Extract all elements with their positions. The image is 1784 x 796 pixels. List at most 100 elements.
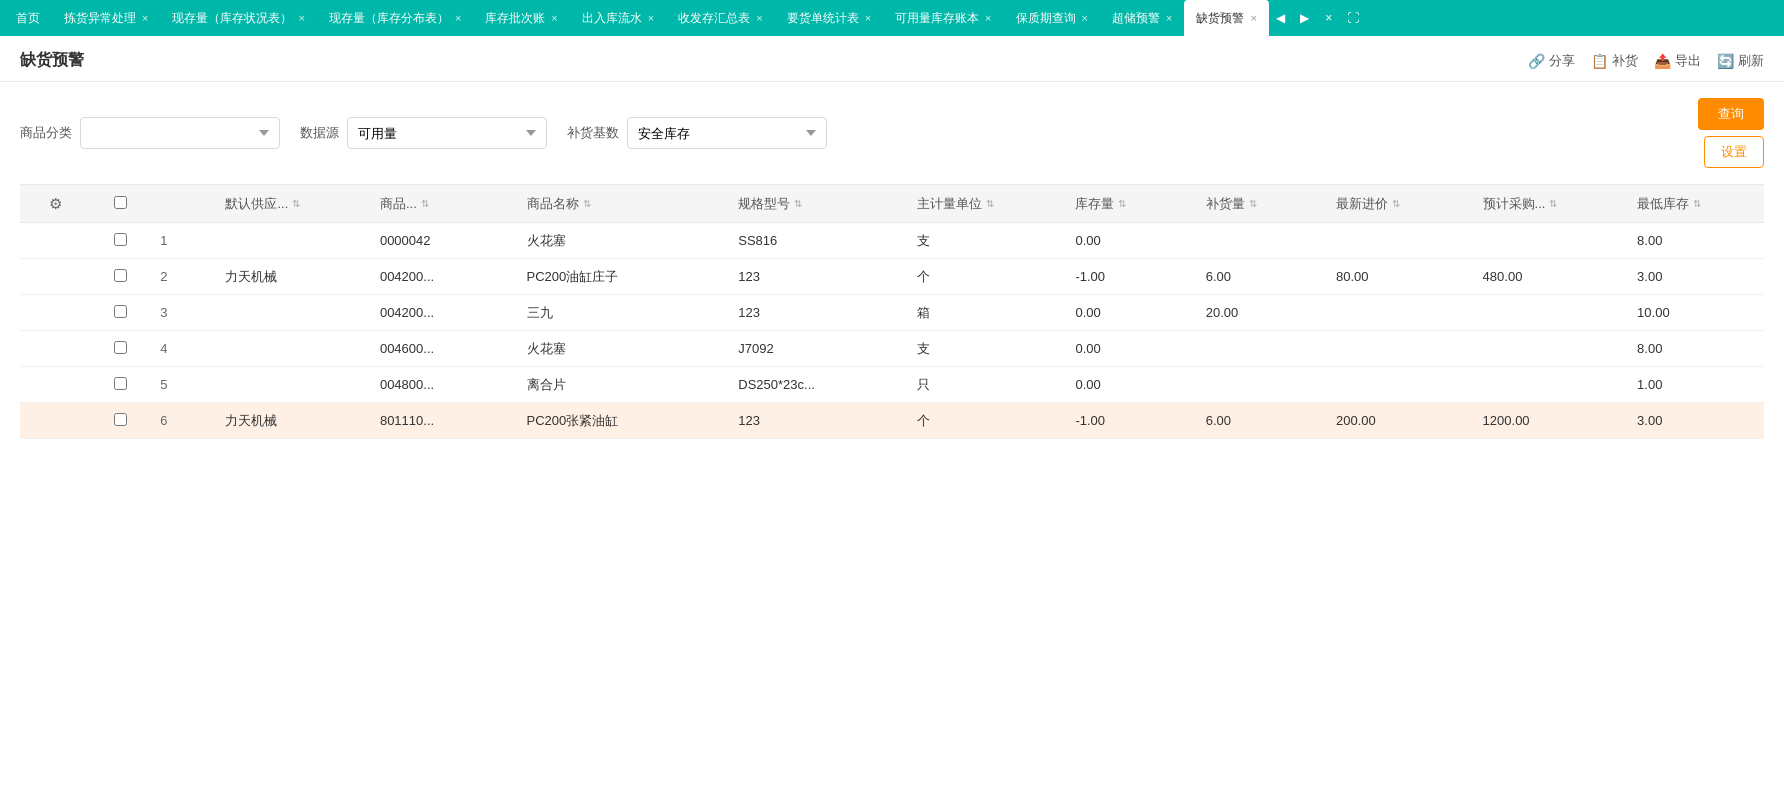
tab-close-icon[interactable]: × xyxy=(551,12,557,24)
row-name: PC200油缸庄子 xyxy=(517,259,729,295)
row-stock: 0.00 xyxy=(1065,331,1195,367)
sort-code-icon[interactable]: ⇅ xyxy=(421,198,429,209)
tab-1[interactable]: 拣货异常处理 × xyxy=(52,0,160,36)
sort-stock-icon[interactable]: ⇅ xyxy=(1118,198,1126,209)
tab-8[interactable]: 可用量库存账本 × xyxy=(883,0,1003,36)
row-checkbox[interactable] xyxy=(114,233,127,246)
row-spec: J7092 xyxy=(728,331,907,367)
row-gear-col xyxy=(20,403,92,439)
row-latest-price: 200.00 xyxy=(1326,403,1473,439)
row-spec: SS816 xyxy=(728,223,907,259)
tab-label: 现存量（库存状况表） xyxy=(172,10,292,27)
row-supplier xyxy=(215,295,369,331)
tab-6[interactable]: 收发存汇总表 × xyxy=(666,0,774,36)
action-refresh[interactable]: 🔄 刷新 xyxy=(1717,52,1764,70)
query-button[interactable]: 查询 xyxy=(1698,98,1764,130)
th-settings: ⚙ xyxy=(20,185,92,223)
row-supplier xyxy=(215,223,369,259)
row-name: PC200张紧油缸 xyxy=(517,403,729,439)
row-checkbox[interactable] xyxy=(114,341,127,354)
row-gear-col xyxy=(20,223,92,259)
row-checkbox[interactable] xyxy=(114,413,127,426)
sort-est-purchase-icon[interactable]: ⇅ xyxy=(1549,198,1557,209)
row-min-stock: 8.00 xyxy=(1627,331,1764,367)
row-replenish: 20.00 xyxy=(1196,295,1326,331)
page-title: 缺货预警 xyxy=(20,50,84,71)
th-latest-price-label: 最新进价 xyxy=(1336,195,1388,213)
action-export[interactable]: 📤 导出 xyxy=(1654,52,1701,70)
row-checkbox[interactable] xyxy=(114,269,127,282)
tab-3[interactable]: 现存量（库存分布表） × xyxy=(317,0,473,36)
th-checkbox xyxy=(92,185,151,223)
tab-nav-next[interactable]: ▶ xyxy=(1293,0,1317,36)
tab-close-icon[interactable]: × xyxy=(298,12,304,24)
filter-datasource-select[interactable]: 可用量 库存量 xyxy=(347,117,547,149)
tab-close-icon[interactable]: × xyxy=(1082,12,1088,24)
row-checkbox-col xyxy=(92,403,151,439)
sort-spec-icon[interactable]: ⇅ xyxy=(794,198,802,209)
row-gear-col xyxy=(20,295,92,331)
tab-10[interactable]: 超储预警 × xyxy=(1100,0,1184,36)
tab-close-icon[interactable]: × xyxy=(142,12,148,24)
table-row: 4 004600... 火花塞 J7092 支 0.00 8.00 xyxy=(20,331,1764,367)
row-unit: 只 xyxy=(907,367,1065,403)
tab-close-active-icon[interactable]: × xyxy=(1250,12,1256,24)
tab-close-icon[interactable]: × xyxy=(455,12,461,24)
action-replenish-label: 补货 xyxy=(1612,52,1638,70)
row-min-stock: 3.00 xyxy=(1627,259,1764,295)
row-min-stock: 8.00 xyxy=(1627,223,1764,259)
page-header: 缺货预警 🔗 分享 📋 补货 📤 导出 🔄 刷新 xyxy=(0,36,1784,82)
th-spec-label: 规格型号 xyxy=(738,195,790,213)
row-checkbox-col xyxy=(92,331,151,367)
tab-5[interactable]: 出入库流水 × xyxy=(570,0,666,36)
tab-close-icon[interactable]: × xyxy=(985,12,991,24)
row-checkbox[interactable] xyxy=(114,305,127,318)
action-replenish[interactable]: 📋 补货 xyxy=(1591,52,1638,70)
tab-close-icon[interactable]: × xyxy=(648,12,654,24)
sort-latest-price-icon[interactable]: ⇅ xyxy=(1392,198,1400,209)
tab-11[interactable]: 缺货预警 × xyxy=(1184,0,1268,36)
row-est-purchase xyxy=(1473,331,1627,367)
share-icon: 🔗 xyxy=(1528,53,1545,69)
tab-close-icon[interactable]: × xyxy=(1166,12,1172,24)
row-replenish: 6.00 xyxy=(1196,403,1326,439)
tab-2[interactable]: 现存量（库存状况表） × xyxy=(160,0,316,36)
tab-nav-prev[interactable]: ◀ xyxy=(1269,0,1293,36)
th-stock-label: 库存量 xyxy=(1075,195,1114,213)
tab-label: 库存批次账 xyxy=(485,10,545,27)
sort-unit-icon[interactable]: ⇅ xyxy=(986,198,994,209)
row-est-purchase xyxy=(1473,223,1627,259)
row-est-purchase xyxy=(1473,295,1627,331)
row-spec: 123 xyxy=(728,295,907,331)
row-est-purchase xyxy=(1473,367,1627,403)
row-name: 离合片 xyxy=(517,367,729,403)
tab-home[interactable]: 首页 xyxy=(4,0,52,36)
th-code: 商品... ⇅ xyxy=(370,185,517,223)
tab-7[interactable]: 要货单统计表 × xyxy=(775,0,883,36)
action-share[interactable]: 🔗 分享 xyxy=(1528,52,1575,70)
filter-group-datasource: 数据源 可用量 库存量 xyxy=(300,117,547,149)
action-refresh-label: 刷新 xyxy=(1738,52,1764,70)
row-unit: 个 xyxy=(907,259,1065,295)
row-checkbox[interactable] xyxy=(114,377,127,390)
filter-replenish-select[interactable]: 安全库存 最低库存 xyxy=(627,117,827,149)
tab-fullscreen[interactable]: ⛶ xyxy=(1341,0,1365,36)
tab-close-icon[interactable]: × xyxy=(756,12,762,24)
tab-close-all[interactable]: × xyxy=(1317,0,1341,36)
sort-name-icon[interactable]: ⇅ xyxy=(583,198,591,209)
row-checkbox-col xyxy=(92,295,151,331)
settings-button[interactable]: 设置 xyxy=(1704,136,1764,168)
filter-category-select[interactable] xyxy=(80,117,280,149)
tab-4[interactable]: 库存批次账 × xyxy=(473,0,569,36)
sort-replenish-icon[interactable]: ⇅ xyxy=(1249,198,1257,209)
sort-min-stock-icon[interactable]: ⇅ xyxy=(1693,198,1701,209)
tab-label: 要货单统计表 xyxy=(787,10,859,27)
column-settings-icon[interactable]: ⚙ xyxy=(44,192,68,216)
row-index: 3 xyxy=(150,295,215,331)
tab-9[interactable]: 保质期查询 × xyxy=(1004,0,1100,36)
tab-close-icon[interactable]: × xyxy=(865,12,871,24)
row-checkbox-col xyxy=(92,259,151,295)
sort-supplier-icon[interactable]: ⇅ xyxy=(292,198,300,209)
select-all-checkbox[interactable] xyxy=(114,196,127,209)
row-replenish: 6.00 xyxy=(1196,259,1326,295)
